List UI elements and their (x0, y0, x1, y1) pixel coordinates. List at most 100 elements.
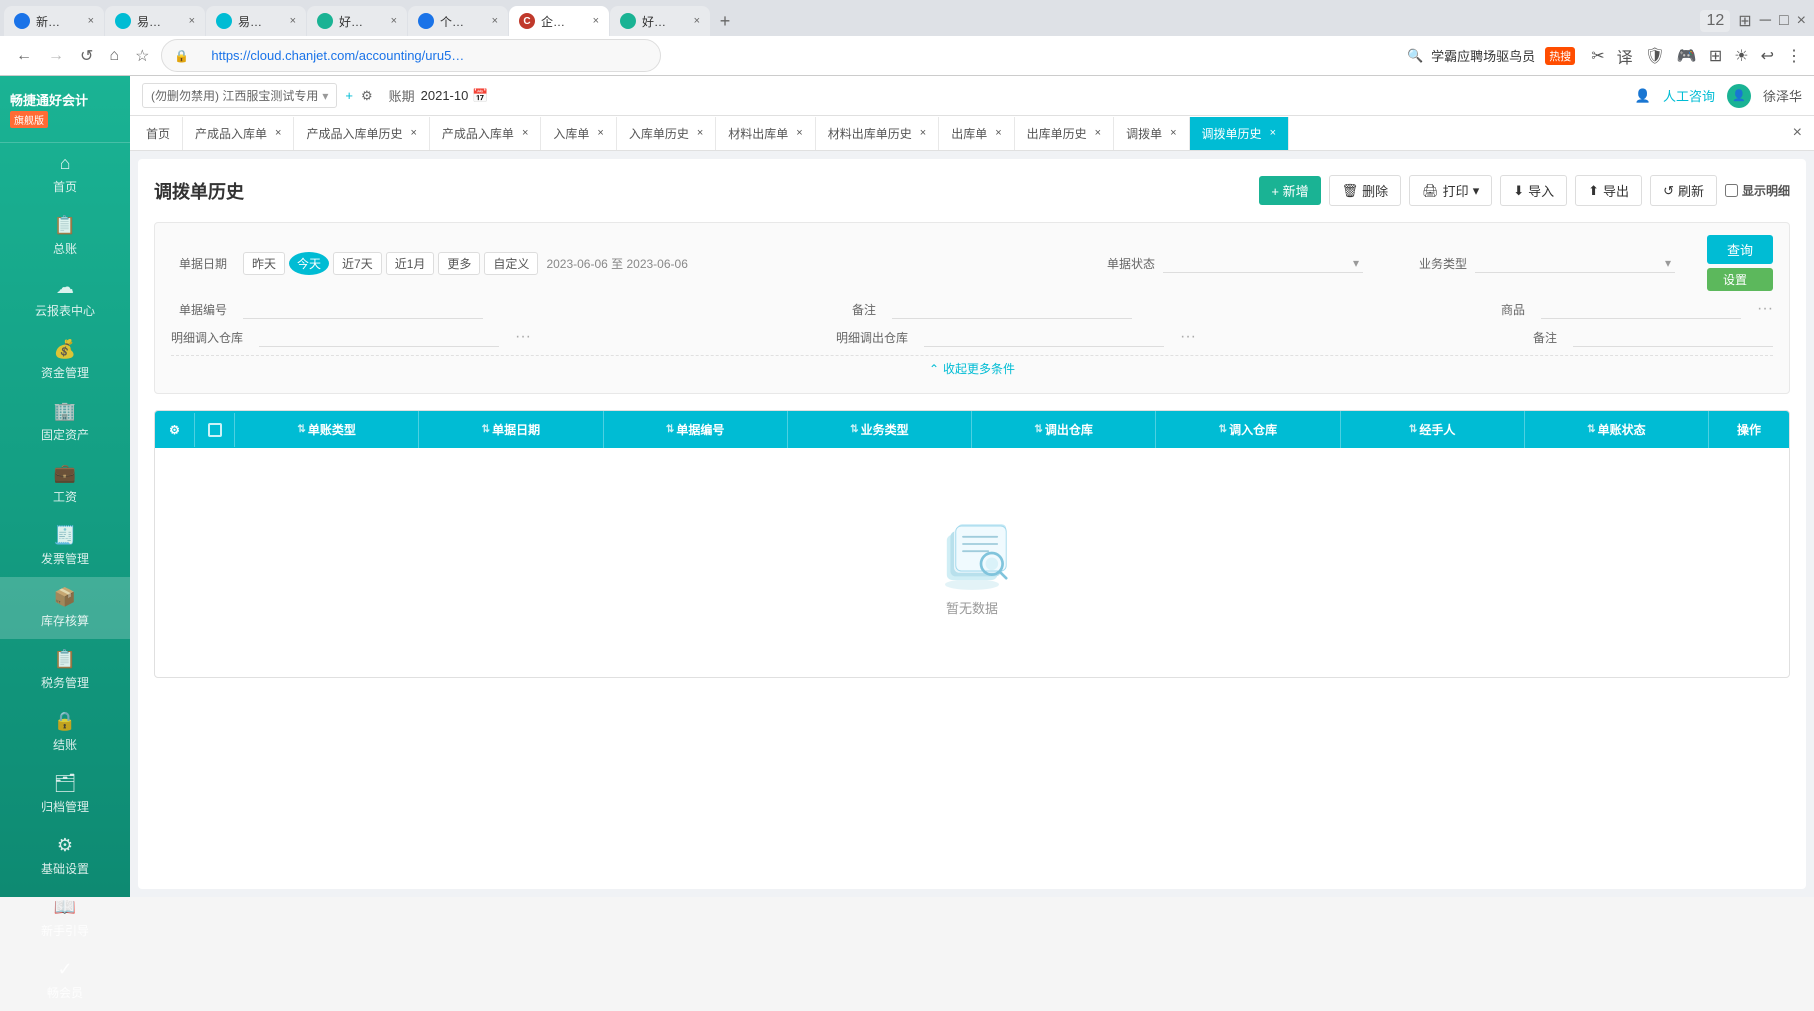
status-select[interactable] (1163, 253, 1363, 273)
sidebar-item-assets[interactable]: 🏢 固定资产 (0, 391, 130, 453)
tab-product-inbound-hist[interactable]: 产成品入库单历史 × (294, 117, 429, 150)
select-all-checkbox[interactable] (208, 423, 222, 437)
remark2-input[interactable] (1573, 327, 1773, 347)
sidebar-item-wages[interactable]: 💼 工资 (0, 453, 130, 515)
tab-close-product-inbound-hist[interactable]: × (410, 127, 416, 139)
forward-button[interactable]: → (44, 43, 68, 69)
tab-outbound[interactable]: 出库单 × (939, 117, 1014, 150)
page-close-button[interactable]: × (1781, 116, 1814, 150)
sidebar-item-home[interactable]: ⌂ 首页 (0, 143, 130, 205)
sidebar-item-reports[interactable]: ☁ 云报表中心 (0, 267, 130, 329)
tab-close-outbound-hist[interactable]: × (1095, 127, 1101, 139)
sidebar-item-member[interactable]: ✓ 畅会员 (0, 949, 130, 1011)
biz-type-select[interactable] (1475, 253, 1675, 273)
settings-header-icon[interactable]: ⚙ (361, 88, 373, 104)
th-in-warehouse[interactable]: ⇅ 调入仓库 (1156, 411, 1340, 448)
goods-ellipsis[interactable]: ··· (1757, 300, 1773, 318)
tab-inbound-hist[interactable]: 入库单历史 × (617, 117, 716, 150)
config-button[interactable]: 设置 (1707, 268, 1773, 291)
undo-icon[interactable]: ↩ (1761, 46, 1774, 66)
detail-in-input[interactable] (259, 327, 499, 347)
browser-tab-7[interactable]: 好… × (610, 6, 710, 36)
bookmark-button[interactable]: ☆ (131, 42, 153, 70)
tab-close-inbound[interactable]: × (597, 127, 603, 139)
remark-input[interactable] (892, 299, 1132, 319)
last7-btn[interactable]: 近7天 (333, 252, 382, 275)
search-button[interactable]: 查询 (1707, 235, 1773, 264)
calendar-icon[interactable]: 📅 (472, 88, 488, 104)
collapse-button[interactable]: ⌃ 收起更多条件 (171, 355, 1773, 381)
tab-close-material-outbound-hist[interactable]: × (920, 127, 926, 139)
browser-tab-4[interactable]: 好… × (307, 6, 407, 36)
tab-transfer-hist[interactable]: 调拨单历史 × (1190, 117, 1289, 150)
yesterday-btn[interactable]: 昨天 (243, 252, 285, 275)
sidebar-item-tax[interactable]: 📋 税务管理 (0, 639, 130, 701)
maximize-icon[interactable]: □ (1779, 12, 1789, 30)
tab-material-outbound[interactable]: 材料出库单 × (716, 117, 815, 150)
grid-icon[interactable]: ⊞ (1709, 46, 1722, 66)
tab-close-4[interactable]: × (391, 15, 397, 27)
home-button[interactable]: ⌂ (105, 43, 123, 69)
shield-icon[interactable]: 🛡 (1645, 46, 1665, 66)
goods-input[interactable] (1541, 299, 1741, 319)
more-btn[interactable]: 更多 (438, 252, 480, 275)
minimize-icon[interactable]: ─ (1760, 12, 1771, 30)
tab-count[interactable]: 12 (1700, 10, 1730, 32)
export-button[interactable]: ⬆ 导出 (1575, 175, 1642, 206)
browser-tab-1[interactable]: 新… × (4, 6, 104, 36)
detail-out-input[interactable] (924, 327, 1164, 347)
user-service[interactable]: 人工咨询 (1663, 86, 1715, 105)
tab-close-1[interactable]: × (88, 15, 94, 27)
scissors-icon[interactable]: ✂ (1591, 46, 1604, 66)
delete-button[interactable]: 🗑 删除 (1329, 175, 1402, 206)
tab-close-2[interactable]: × (189, 15, 195, 27)
th-doc-num[interactable]: ⇅ 单据编号 (604, 411, 788, 448)
tab-close-material-outbound[interactable]: × (796, 127, 802, 139)
tab-product-inbound[interactable]: 产成品入库单 × (183, 117, 294, 150)
brightness-icon[interactable]: ☀ (1734, 46, 1748, 66)
sidebar-item-ledger[interactable]: 📋 总账 (0, 205, 130, 267)
menu-icon[interactable]: ⋮ (1786, 46, 1802, 66)
sidebar-item-closing[interactable]: 🔒 结账 (0, 701, 130, 763)
display-checkbox[interactable] (1725, 184, 1738, 197)
new-button[interactable]: + 新增 (1259, 176, 1320, 205)
tab-close-transfer[interactable]: × (1170, 127, 1176, 139)
translate-icon[interactable]: 译 (1617, 44, 1633, 68)
tab-close-5[interactable]: × (492, 15, 498, 27)
url-input[interactable] (195, 44, 648, 67)
th-doc-type[interactable]: ⇅ 单账类型 (235, 411, 419, 448)
sidebar-item-guide[interactable]: 📖 新手引导 (0, 887, 130, 949)
th-out-warehouse[interactable]: ⇅ 调出仓库 (972, 411, 1156, 448)
browser-tab-6[interactable]: C 企… × (509, 6, 609, 36)
th-doc-status[interactable]: ⇅ 单账状态 (1525, 411, 1709, 448)
sidebar-item-archive[interactable]: 🗂 归档管理 (0, 763, 130, 825)
game-icon[interactable]: 🎮 (1677, 46, 1697, 66)
tab-outbound-hist[interactable]: 出库单历史 × (1015, 117, 1114, 150)
import-button[interactable]: ⬇ 导入 (1500, 175, 1567, 206)
tab-close-product-inbound[interactable]: × (275, 127, 281, 139)
browser-tab-5[interactable]: 个… × (408, 6, 508, 36)
browser-tab-3[interactable]: 易… × (206, 6, 306, 36)
th-gear[interactable]: ⚙ (155, 413, 195, 447)
tab-material-outbound-hist[interactable]: 材料出库单历史 × (816, 117, 939, 150)
sidebar-item-inventory[interactable]: 📦 库存核算 (0, 577, 130, 639)
refresh-button[interactable]: ↺ 刷新 (1650, 175, 1717, 206)
tab-close-inbound-hist[interactable]: × (697, 127, 703, 139)
th-doc-date[interactable]: ⇅ 单据日期 (419, 411, 603, 448)
tab-home[interactable]: 首页 (134, 117, 183, 150)
tab-close-6[interactable]: × (593, 15, 599, 27)
th-biz-type[interactable]: ⇅ 业务类型 (788, 411, 972, 448)
th-check[interactable] (195, 413, 235, 447)
back-button[interactable]: ← (12, 43, 36, 69)
tab-product-inbound2[interactable]: 产成品入库单 × (430, 117, 541, 150)
company-selector[interactable]: (勿删勿禁用) 江西服宝测试专用 ▾ (142, 83, 337, 108)
tab-close-product-inbound2[interactable]: × (522, 127, 528, 139)
tab-close-7[interactable]: × (694, 15, 700, 27)
new-tab-button[interactable]: + (711, 6, 739, 36)
custom-btn[interactable]: 自定义 (484, 252, 538, 275)
tab-close-outbound[interactable]: × (995, 127, 1001, 139)
tab-transfer[interactable]: 调拨单 × (1114, 117, 1189, 150)
sidebar-item-settings[interactable]: ⚙ 基础设置 (0, 825, 130, 887)
print-button[interactable]: 🖨 打印 ▾ (1409, 175, 1492, 206)
browser-tab-2[interactable]: 易… × (105, 6, 205, 36)
